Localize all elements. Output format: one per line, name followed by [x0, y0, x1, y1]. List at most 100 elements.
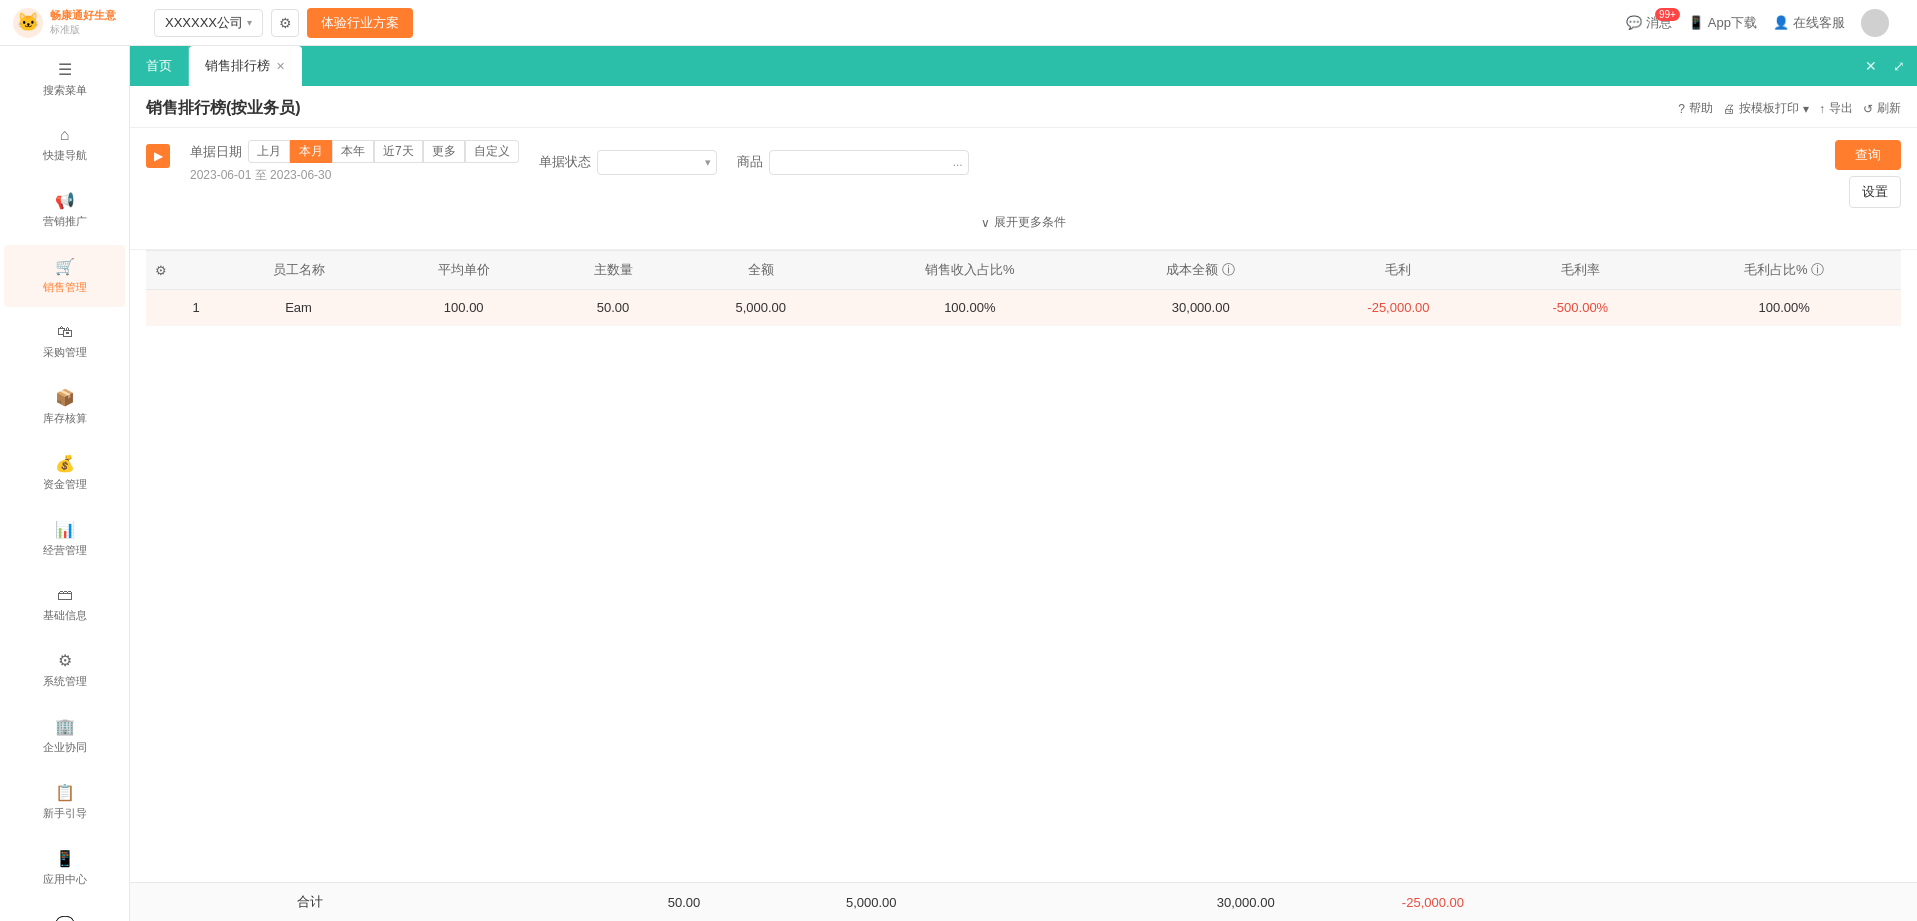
date-tab-prev-month[interactable]: 上月 — [248, 140, 290, 163]
col-main-qty: 主数量 — [546, 251, 680, 290]
company-selector[interactable]: XXXXXX公司 ▾ — [154, 9, 263, 37]
print-dropdown-arrow: ▾ — [1803, 102, 1809, 116]
sidebar-item-system-mgmt[interactable]: ⚙ 系统管理 — [4, 639, 125, 701]
export-button[interactable]: ↑ 导出 — [1819, 100, 1853, 117]
basic-info-icon: 🗃 — [57, 586, 73, 604]
status-select-wrapper — [597, 150, 717, 175]
sidebar-item-new-guide[interactable]: 📋 新手引导 — [4, 771, 125, 833]
table-wrapper: ⚙ 员工名称 平均单价 主数量 全额 销售收入占比% 成本全额 ⓘ 毛利 毛利率 — [130, 250, 1917, 921]
col-gross-rate: 毛利率 — [1493, 251, 1667, 290]
online-service-icon: 👤 — [1773, 15, 1789, 30]
app-center-icon: 📱 — [55, 849, 75, 868]
status-select[interactable] — [597, 150, 717, 175]
tab-sales-rank-label: 销售排行榜 — [205, 57, 270, 75]
sidebar-item-basic-info[interactable]: 🗃 基础信息 — [4, 574, 125, 635]
filter-arrow-icon[interactable]: ▶ — [146, 144, 170, 168]
date-tab-custom[interactable]: 自定义 — [465, 140, 519, 163]
filter-settings-button[interactable]: 设置 — [1849, 176, 1901, 208]
table-row: 1 Eam 100.00 50.00 5,000.00 100.00% 30,0… — [146, 290, 1901, 326]
sales-mgmt-icon: 🛒 — [55, 257, 75, 276]
svg-text:🐱: 🐱 — [17, 11, 40, 33]
template-print-button[interactable]: 🖨 按模板打印 ▾ — [1723, 100, 1809, 117]
industry-solution-button[interactable]: 体验行业方案 — [307, 8, 413, 38]
tab-maximize-button[interactable]: ⤢ — [1889, 54, 1909, 78]
message-badge: 99+ — [1655, 8, 1680, 21]
sidebar-item-purchase-mgmt[interactable]: 🛍 采购管理 — [4, 311, 125, 372]
date-range-display: 2023-06-01 至 2023-06-30 — [190, 167, 519, 184]
sidebar-item-enterprise[interactable]: 🏢 企业协同 — [4, 705, 125, 767]
sidebar-item-label: 搜索菜单 — [43, 83, 87, 98]
online-service-label: 在线客服 — [1793, 14, 1845, 32]
top-bar: 🐱 畅康通好生意 标准版 XXXXXX公司 ▾ ⚙ 体验行业方案 💬 消息 99… — [0, 0, 1917, 46]
tab-close-all-button[interactable]: ✕ — [1861, 54, 1881, 78]
avatar[interactable] — [1861, 9, 1889, 37]
sidebar-item-label: 新手引导 — [43, 806, 87, 821]
page-header: 销售排行榜(按业务员) ? 帮助 🖨 按模板打印 ▾ ↑ 导出 — [130, 86, 1917, 128]
sidebar-item-quick-nav[interactable]: ⌂ 快捷导航 — [4, 114, 125, 175]
finance-icon: 💰 — [55, 454, 75, 473]
tab-sales-rank[interactable]: 销售排行榜 ✕ — [189, 46, 302, 86]
cell-cost-amount: 30,000.00 — [1098, 290, 1304, 326]
export-icon: ↑ — [1819, 102, 1825, 116]
expand-more-conditions-button[interactable]: ∨ 展开更多条件 — [146, 208, 1901, 237]
content-area: 首页 销售排行榜 ✕ ✕ ⤢ 销售排行榜(按业务员) ? 帮助 — [130, 46, 1917, 921]
filter-toggle-button[interactable]: ▶ — [146, 140, 170, 168]
main-area: ☰ 搜索菜单 ⌂ 快捷导航 📢 营销推广 🛒 销售管理 🛍 采购管理 📦 库 — [0, 46, 1917, 921]
tab-close-icon[interactable]: ✕ — [276, 60, 285, 73]
sidebar-item-label: 采购管理 — [43, 345, 87, 360]
cell-rank: 1 — [176, 290, 216, 326]
date-tab-7days[interactable]: 近7天 — [374, 140, 423, 163]
cell-sales-ratio: 100.00% — [842, 290, 1098, 326]
sidebar-item-app-center[interactable]: 📱 应用中心 — [4, 837, 125, 899]
table-header: ⚙ 员工名称 平均单价 主数量 全额 销售收入占比% 成本全额 ⓘ 毛利 毛利率 — [146, 251, 1901, 290]
sidebar-item-wechat[interactable]: 💬 企业微信 — [4, 903, 125, 921]
online-service-button[interactable]: 👤 在线客服 — [1773, 14, 1845, 32]
help-button[interactable]: ? 帮助 — [1678, 100, 1713, 117]
table-body: 1 Eam 100.00 50.00 5,000.00 100.00% 30,0… — [146, 290, 1901, 326]
sidebar-item-inventory[interactable]: 📦 库存核算 — [4, 376, 125, 438]
sidebar: ☰ 搜索菜单 ⌂ 快捷导航 📢 营销推广 🛒 销售管理 🛍 采购管理 📦 库 — [0, 46, 130, 921]
sidebar-item-marketing[interactable]: 📢 营销推广 — [4, 179, 125, 241]
sidebar-item-finance[interactable]: 💰 资金管理 — [4, 442, 125, 504]
col-rank — [176, 251, 216, 290]
marketing-icon: 📢 — [55, 191, 75, 210]
query-section: 查询 设置 — [1819, 140, 1901, 208]
col-settings[interactable]: ⚙ — [146, 251, 176, 290]
cell-main-qty: 50.00 — [546, 290, 680, 326]
app-download-button[interactable]: 📱 App下载 — [1688, 14, 1757, 32]
company-settings-button[interactable]: ⚙ — [271, 9, 299, 37]
refresh-button[interactable]: ↺ 刷新 — [1863, 100, 1901, 117]
date-tab-more[interactable]: 更多 — [423, 140, 465, 163]
sidebar-item-sales-mgmt[interactable]: 🛒 销售管理 — [4, 245, 125, 307]
logo-text: 畅康通好生意 标准版 — [50, 8, 116, 37]
date-tab-current-year[interactable]: 本年 — [332, 140, 374, 163]
table-header-row: ⚙ 员工名称 平均单价 主数量 全额 销售收入占比% 成本全额 ⓘ 毛利 毛利率 — [146, 251, 1901, 290]
sidebar-item-search-order[interactable]: ☰ 搜索菜单 — [4, 48, 125, 110]
filter-date-item: 单据日期 上月 本月 本年 近7天 更多 自定义 — [190, 140, 519, 163]
footer-cost-amount: 30,000.00 — [1152, 895, 1339, 910]
sidebar-item-label: 快捷导航 — [43, 148, 87, 163]
goods-input[interactable] — [769, 150, 969, 175]
top-right-area: 💬 消息 99+ 📱 App下载 👤 在线客服 — [1626, 9, 1905, 37]
tab-home-label: 首页 — [146, 57, 172, 75]
sidebar-item-label: 企业协同 — [43, 740, 87, 755]
filter-status-item: 单据状态 — [539, 150, 717, 175]
query-button[interactable]: 查询 — [1835, 140, 1901, 170]
print-icon: 🖨 — [1723, 102, 1735, 116]
table-area: ⚙ 员工名称 平均单价 主数量 全额 销售收入占比% 成本全额 ⓘ 毛利 毛利率 — [130, 250, 1917, 882]
sidebar-item-label: 库存核算 — [43, 411, 87, 426]
tab-home[interactable]: 首页 — [130, 46, 189, 86]
col-gross-ratio: 毛利占比% ⓘ — [1667, 251, 1901, 290]
sidebar-item-label: 经营管理 — [43, 543, 87, 558]
sidebar-item-operations[interactable]: 📊 经营管理 — [4, 508, 125, 570]
message-button[interactable]: 💬 消息 99+ — [1626, 14, 1672, 32]
help-icon: ? — [1678, 102, 1685, 116]
date-tab-current-month[interactable]: 本月 — [290, 140, 332, 163]
page-actions: ? 帮助 🖨 按模板打印 ▾ ↑ 导出 ↺ 刷新 — [1678, 100, 1901, 117]
system-mgmt-icon: ⚙ — [58, 651, 72, 670]
logo-area: 🐱 畅康通好生意 标准版 — [12, 7, 142, 39]
page-title: 销售排行榜(按业务员) — [146, 98, 301, 119]
filter-date-group: 单据日期 上月 本月 本年 近7天 更多 自定义 2023 — [190, 140, 519, 184]
date-filter-label: 单据日期 — [190, 143, 242, 161]
app-download-icon: 📱 — [1688, 15, 1704, 30]
